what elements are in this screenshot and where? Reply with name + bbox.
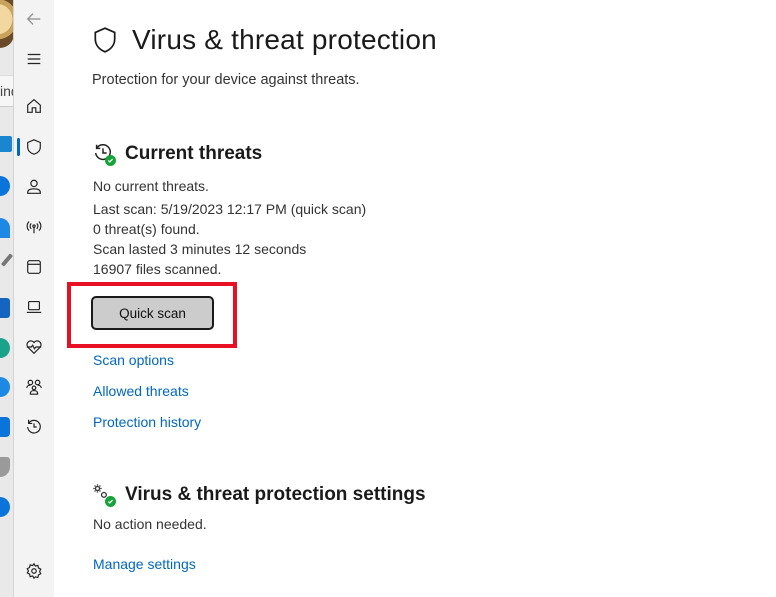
background-app-icon [0,136,12,152]
scan-options-link[interactable]: Scan options [93,352,174,368]
files-scanned-text: 16907 files scanned. [93,261,222,277]
sidebar-item-protection-history[interactable] [14,411,54,443]
shield-icon [0,457,10,477]
pen-icon [0,253,13,267]
background-search-fragment: ind [0,75,13,107]
protection-history-link[interactable]: Protection history [93,414,201,430]
settings-check-icon [92,483,116,507]
heart-pulse-icon [26,340,42,355]
background-window-edge: ind [0,0,13,597]
shield-icon [94,27,116,53]
green-check-icon [105,155,116,166]
threat-status-text: No current threats. [93,178,209,194]
globe-icon [0,377,10,397]
section-title: Current threats [125,143,263,164]
settings-status-text: No action needed. [93,516,207,532]
menu-button[interactable] [14,43,54,75]
page-subtitle: Protection for your device against threa… [92,72,360,88]
allowed-threats-link[interactable]: Allowed threats [93,383,189,399]
manage-settings-link[interactable]: Manage settings [93,556,196,572]
sidebar-item-home[interactable] [14,90,54,122]
page-title-text: Virus & threat protection [132,24,437,55]
section-title: Virus & threat protection settings [125,484,426,505]
background-avatar-image [0,0,13,48]
sidebar-item-family-options[interactable] [14,371,54,403]
current-threats-heading: Current threats [92,142,262,166]
sidebar-item-firewall[interactable] [14,211,54,243]
person-icon [27,179,41,194]
update-icon [0,497,10,517]
browser-window-icon [27,260,41,274]
sidebar-item-account-protection[interactable] [14,171,54,203]
scan-duration-text: Scan lasted 3 minutes 12 seconds [93,241,307,257]
quick-scan-button[interactable]: Quick scan [91,296,214,330]
wireless-antenna-icon [26,221,42,234]
home-icon [27,98,41,113]
green-check-icon [105,496,116,507]
family-icon [26,379,42,395]
history-check-icon [92,142,116,166]
sidebar-item-virus-threat-protection[interactable] [14,131,54,163]
last-scan-text: Last scan: 5/19/2023 12:17 PM (quick sca… [93,201,367,217]
history-icon [27,419,41,434]
back-button[interactable] [14,3,54,35]
settings-button[interactable] [14,555,54,587]
laptop-icon [26,301,42,313]
gear-icon [26,562,42,580]
sidebar-item-device-security[interactable] [14,291,54,323]
shield-icon [27,139,41,155]
page-title: Virus & threat protection [92,24,437,56]
people-icon [0,338,10,358]
hamburger-menu-icon [27,53,41,65]
sidebar-nav [13,0,54,597]
main-content: Virus & threat protection Protection for… [54,0,776,597]
back-arrow-icon [26,13,41,25]
threats-found-text: 0 threat(s) found. [93,221,200,237]
protection-settings-heading: Virus & threat protection settings [92,483,426,507]
bluetooth-icon [0,176,10,196]
background-app-icon [0,298,10,318]
sidebar-item-app-browser-control[interactable] [14,251,54,283]
accessibility-icon [0,417,10,437]
sidebar-item-device-health[interactable] [14,331,54,363]
wifi-icon [0,218,10,238]
